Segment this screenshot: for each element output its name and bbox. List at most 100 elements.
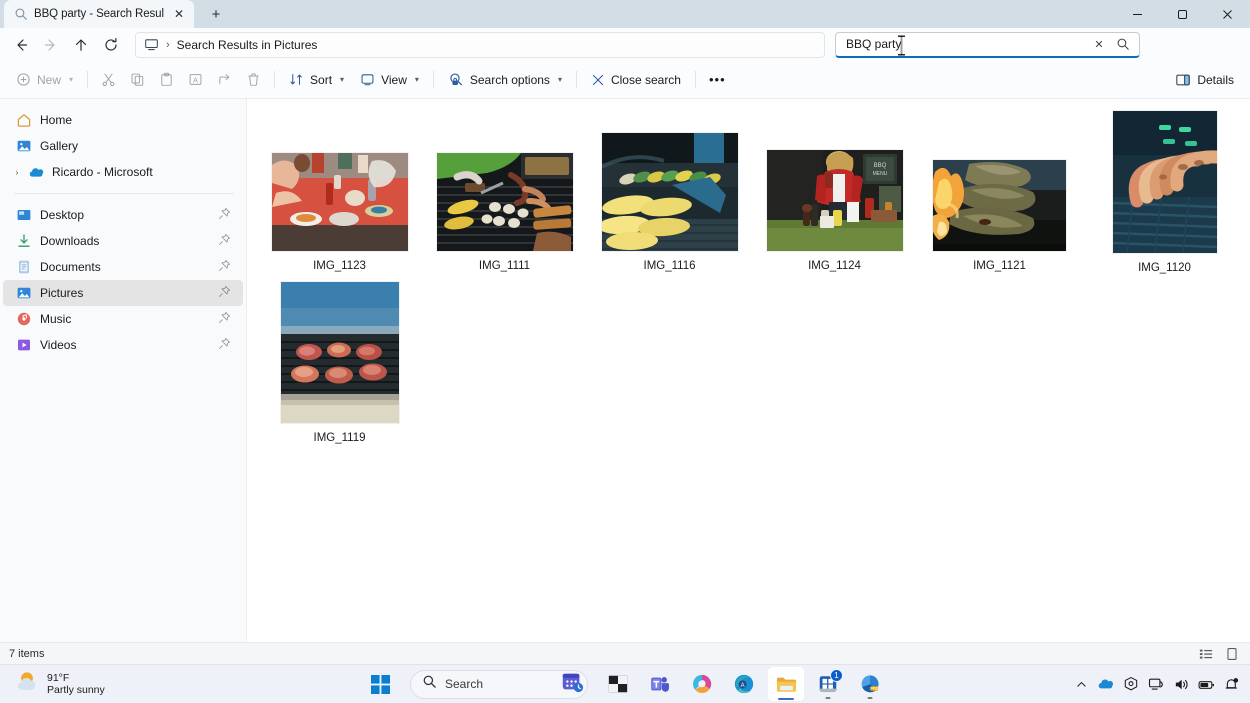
taskbar-search-placeholder: Search — [445, 677, 552, 691]
home-icon — [15, 112, 32, 129]
pictures-icon — [15, 285, 32, 302]
maximize-button[interactable] — [1160, 0, 1205, 28]
clear-search-icon[interactable]: ✕ — [1087, 33, 1111, 55]
pin-icon[interactable] — [218, 285, 234, 301]
file-name: IMG_1123 — [313, 256, 366, 276]
sidebar-item-label: Ricardo - Microsoft — [52, 165, 243, 179]
sidebar-item-documents[interactable]: Documents — [3, 254, 243, 280]
share-button[interactable] — [210, 66, 239, 94]
new-button-label: New — [37, 73, 61, 87]
pin-icon[interactable] — [218, 337, 234, 353]
powerpoint-icon[interactable]: PRE — [852, 667, 888, 701]
chevron-down-icon: ▾ — [415, 75, 419, 84]
sidebar-item-label: Desktop — [40, 208, 210, 222]
cut-button[interactable] — [94, 66, 123, 94]
expander-icon[interactable]: › — [11, 168, 23, 177]
start-button[interactable] — [362, 667, 398, 701]
sidebar-divider — [14, 193, 234, 194]
file-tile[interactable]: IMG_1111 — [422, 111, 587, 276]
sort-button[interactable]: Sort ▾ — [281, 66, 352, 94]
search-icon — [422, 674, 437, 694]
file-list-view[interactable]: IMG_1123 — [247, 99, 1250, 642]
list-view-icon[interactable] — [1224, 646, 1240, 662]
store-icon[interactable]: 1 — [810, 667, 846, 701]
notifications-bell-icon[interactable] — [1220, 671, 1242, 697]
taskbar: 91°F Partly sunny Search — [0, 664, 1250, 703]
battery-icon[interactable] — [1195, 671, 1217, 697]
pin-icon[interactable] — [218, 233, 234, 249]
minimize-button[interactable] — [1115, 0, 1160, 28]
sidebar-item-label: Documents — [40, 260, 210, 274]
tab-search-results[interactable]: BBQ party - Search Results in I ✕ — [4, 0, 194, 28]
system-tray — [1070, 671, 1242, 697]
close-search-button[interactable]: Close search — [583, 66, 689, 94]
network-icon[interactable] — [1145, 671, 1167, 697]
refresh-button[interactable] — [96, 32, 126, 58]
onedrive-icon — [27, 164, 44, 181]
file-tile[interactable]: BBQ MENU — [752, 111, 917, 276]
show-hidden-icons-chevron[interactable] — [1070, 671, 1092, 697]
onedrive-icon[interactable] — [1095, 671, 1117, 697]
view-toggle-group — [1198, 646, 1240, 662]
search-options-button[interactable]: Search options ▾ — [440, 66, 570, 94]
taskbar-search-box[interactable]: Search — [410, 670, 588, 699]
tab-title: BBQ party - Search Results in I — [34, 8, 164, 20]
back-button[interactable] — [6, 32, 36, 58]
teams-icon[interactable] — [642, 667, 678, 701]
file-tile[interactable]: IMG_1116 — [587, 111, 752, 276]
breadcrumb-current[interactable]: Search Results in Pictures — [177, 38, 318, 52]
sidebar-item-music[interactable]: Music — [3, 306, 243, 332]
volume-icon[interactable] — [1170, 671, 1192, 697]
running-indicator — [826, 697, 831, 700]
sidebar-item-desktop[interactable]: Desktop — [3, 202, 243, 228]
file-name: IMG_1111 — [479, 256, 530, 276]
close-window-button[interactable] — [1205, 0, 1250, 28]
details-pane-label: Details — [1197, 73, 1234, 87]
divider — [433, 71, 434, 88]
view-button[interactable]: View ▾ — [352, 66, 427, 94]
safety-icon[interactable] — [1120, 671, 1142, 697]
new-tab-button[interactable]: + — [202, 2, 230, 26]
pin-icon[interactable] — [218, 259, 234, 275]
sidebar-item-onedrive[interactable]: › Ricardo - Microsoft — [3, 159, 243, 185]
search-input[interactable]: BBQ party ✕ — [835, 32, 1140, 58]
status-bar: 7 items — [0, 642, 1250, 664]
file-tile[interactable]: IMG_1123 — [257, 111, 422, 276]
up-button[interactable] — [66, 32, 96, 58]
thumbnail-image — [281, 282, 399, 423]
paste-button[interactable] — [152, 66, 181, 94]
sidebar-item-home[interactable]: Home — [3, 107, 243, 133]
file-name: IMG_1124 — [808, 256, 861, 276]
sidebar-item-downloads[interactable]: Downloads — [3, 228, 243, 254]
search-input-value[interactable]: BBQ party — [846, 37, 1087, 51]
thumbnail-container — [257, 111, 422, 256]
forward-button[interactable] — [36, 32, 66, 58]
copy-button[interactable] — [123, 66, 152, 94]
new-button[interactable]: New ▾ — [8, 66, 81, 94]
widgets-icon[interactable] — [560, 670, 584, 699]
file-tile[interactable]: IMG_1120 — [1082, 111, 1247, 276]
delete-button[interactable] — [239, 66, 268, 94]
chevron-down-icon: ▾ — [69, 75, 73, 84]
file-explorer-dark-icon[interactable] — [600, 667, 636, 701]
details-view-icon[interactable] — [1198, 646, 1214, 662]
pin-icon[interactable] — [218, 311, 234, 327]
close-tab-icon[interactable]: ✕ — [170, 5, 188, 23]
search-submit-icon[interactable] — [1111, 33, 1135, 55]
sidebar-item-pictures[interactable]: Pictures — [3, 280, 243, 306]
edge-icon[interactable]: A — [726, 667, 762, 701]
file-explorer-icon[interactable] — [768, 667, 804, 701]
file-name: IMG_1121 — [973, 256, 1026, 276]
divider — [695, 71, 696, 88]
pin-icon[interactable] — [218, 207, 234, 223]
details-pane-button[interactable]: Details — [1167, 66, 1242, 94]
music-icon — [15, 311, 32, 328]
file-tile[interactable]: IMG_1121 — [917, 111, 1082, 276]
file-tile[interactable]: IMG_1119 — [257, 282, 422, 447]
breadcrumb[interactable]: › Search Results in Pictures — [135, 32, 825, 58]
copilot-icon[interactable] — [684, 667, 720, 701]
sidebar-item-videos[interactable]: Videos — [3, 332, 243, 358]
sidebar-item-gallery[interactable]: Gallery — [3, 133, 243, 159]
rename-button[interactable]: A — [181, 66, 210, 94]
see-more-button[interactable]: ••• — [702, 66, 733, 94]
